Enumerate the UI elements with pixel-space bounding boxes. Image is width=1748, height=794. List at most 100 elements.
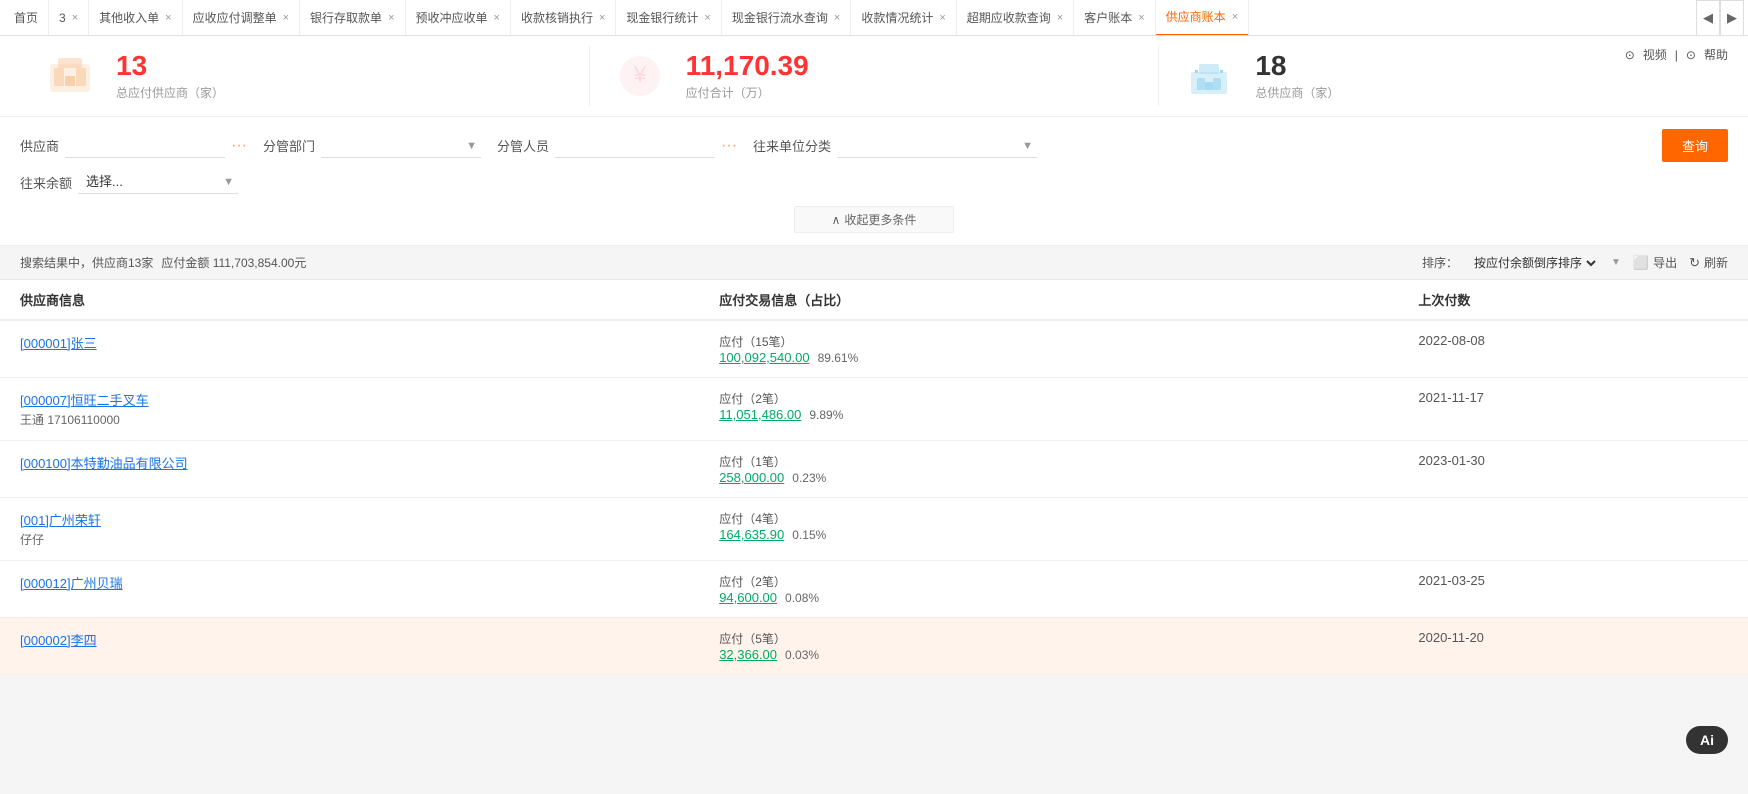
filter-dots-supplier[interactable]: ··· [231,137,247,155]
supplier-link-1[interactable]: [000007]恒旺二手叉车 [20,393,149,408]
nav-tab-adjustment-close[interactable]: × [283,12,289,24]
nav-tab-collection-label: 收款核销执行 [521,9,593,26]
nav-tab-adjustment[interactable]: 应收应付调整单 × [183,0,300,36]
sort-select[interactable]: 按应付余额倒序排序 [1470,255,1599,271]
nav-tab-bank[interactable]: 银行存取款单 × [300,0,405,36]
nav-tab-3-close[interactable]: × [72,12,78,24]
nav-tab-other-income-label: 其他收入单 [99,9,159,26]
nav-prev-arrow[interactable]: ◀ [1696,0,1720,36]
filter-area: 供应商 ··· 分管部门 ▼ 分管人员 ··· 往来单位分类 [0,117,1748,246]
nav-tab-cash-stat-close[interactable]: × [704,12,710,24]
supplier-link-2[interactable]: [000100]本特勤油品有限公司 [20,456,188,471]
nav-tab-overdue-close[interactable]: × [1057,12,1063,24]
nav-tab-prepay-close[interactable]: × [494,12,500,24]
nav-tab-customer-ledger-close[interactable]: × [1138,12,1144,24]
tx-amount-0[interactable]: 100,092,540.00 [719,350,809,365]
nav-tab-supplier-ledger-label: 供应商账本 [1166,8,1226,25]
nav-tab-prepay[interactable]: 预收冲应收单 × [406,0,511,36]
collapse-up-icon: ∧ [832,213,841,227]
tx-pct-3: 0.15% [792,528,826,542]
nav-tab-overdue-label: 超期应收款查询 [967,9,1051,26]
nav-tab-collect-stat[interactable]: 收款情况统计 × [851,0,956,36]
supplier-link-5[interactable]: [000002]李四 [20,633,97,648]
nav-tab-home-label: 首页 [14,9,38,26]
video-link[interactable]: 视频 [1643,46,1667,63]
nav-arrows: ◀ ▶ [1696,0,1744,36]
nav-tab-supplier-ledger[interactable]: 供应商账本 × [1156,0,1249,36]
nav-tab-bank-close[interactable]: × [388,12,394,24]
nav-tab-prepay-label: 预收冲应收单 [416,9,488,26]
tx-amount-2[interactable]: 258,000.00 [719,470,784,485]
nav-tab-adjustment-label: 应收应付调整单 [193,9,277,26]
summary-card-amount: ¥ 11,170.39 应付合计（万） [589,46,1159,106]
supplier-link-3[interactable]: [001]广州荣轩 [20,513,101,528]
nav-tab-collection-close[interactable]: × [599,12,605,24]
result-text-amount: 应付金额 111,703,854.00元 [161,254,306,271]
th-last-payment: 上次付数 [1398,280,1748,320]
tx-pct-2: 0.23% [792,471,826,485]
nav-tab-overdue[interactable]: 超期应收款查询 × [957,0,1074,36]
query-button[interactable]: 查询 [1662,129,1728,162]
export-button[interactable]: ⬜ 导出 [1633,254,1677,271]
supplier-sub-3: 仔仔 [20,531,679,548]
nav-tab-cash-stat-label: 现金银行统计 [626,9,698,26]
tx-label-4: 应付（2笔） [719,573,1378,590]
nav-tab-other-income-close[interactable]: × [165,12,171,24]
refresh-icon: ↻ [1689,255,1700,271]
refresh-button[interactable]: ↻ 刷新 [1689,254,1728,271]
top-right-links: ⊙ 视频 | ⊙ 帮助 [1625,46,1728,63]
nav-tab-home[interactable]: 首页 [4,0,49,36]
tx-pct-0: 89.61% [818,351,859,365]
video-icon: ⊙ [1625,48,1635,62]
tx-amount-3[interactable]: 164,635.90 [719,527,784,542]
nav-tab-collection[interactable]: 收款核销执行 × [511,0,616,36]
filter-item-category: 往来单位分类 ▼ [753,134,1037,158]
chevron-down-icon-sort: ▼ [1611,257,1621,268]
nav-tab-other-income[interactable]: 其他收入单 × [89,0,182,36]
nav-tab-cash-flow[interactable]: 现金银行流水查询 × [722,0,851,36]
summary-value-amount: 11,170.39 [686,52,809,80]
nav-tab-collect-stat-close[interactable]: × [939,12,945,24]
filter-select-dept[interactable] [321,134,481,158]
table-row: [000100]本特勤油品有限公司应付（1笔）258,000.000.23%20… [0,441,1748,498]
nav-tab-cash-stat[interactable]: 现金银行统计 × [616,0,721,36]
table-row: [001]广州荣轩仔仔应付（4笔）164,635.900.15% [0,498,1748,561]
tx-amount-4[interactable]: 94,600.00 [719,590,777,605]
nav-tab-cash-flow-label: 现金银行流水查询 [732,9,828,26]
help-link[interactable]: 帮助 [1704,46,1728,63]
svg-text:¥: ¥ [633,62,647,87]
filter-input-supplier[interactable] [65,134,225,158]
nav-tab-3[interactable]: 3 × [49,0,89,36]
supplier-sub-1: 王通 17106110000 [20,411,679,428]
ai-label: Ai [1700,732,1714,748]
td-supplier-info-2: [000100]本特勤油品有限公司 [0,441,699,498]
filter-item-balance: 往来余额 选择... ▼ [20,170,238,194]
table-row: [000002]李四应付（5笔）32,366.000.03%2020-11-20 [0,618,1748,675]
nav-tab-customer-ledger[interactable]: 客户账本 × [1074,0,1155,36]
supplier-link-0[interactable]: [000001]张三 [20,336,97,351]
summary-label-total: 总供应商（家） [1255,84,1339,101]
nav-next-arrow[interactable]: ▶ [1720,0,1744,36]
amount-row-1: 11,051,486.009.89% [719,407,1378,422]
filter-item-person: 分管人员 ··· [497,134,737,158]
collapse-button[interactable]: ∧ 收起更多条件 [794,206,954,233]
filter-dots-person[interactable]: ··· [721,137,737,155]
td-tx-info-4: 应付（2笔）94,600.000.08% [699,561,1398,618]
td-supplier-info-0: [000001]张三 [0,320,699,378]
ai-badge[interactable]: Ai [1686,726,1728,754]
nav-tab-cash-flow-close[interactable]: × [834,12,840,24]
result-bar: 搜索结果中，供应商13家 应付金额 111,703,854.00元 排序： 按应… [0,246,1748,280]
tx-amount-1[interactable]: 11,051,486.00 [719,407,801,422]
help-icon: ⊙ [1686,48,1696,62]
table-row: [000012]广州贝瑞 应付（2笔）94,600.000.08%2021-03-… [0,561,1748,618]
filter-input-person[interactable] [555,134,715,158]
tx-amount-5[interactable]: 32,366.00 [719,647,777,662]
summary-info-total: 18 总供应商（家） [1255,52,1339,101]
td-last-payment-4: 2021-03-25 [1398,561,1748,618]
filter-select-category[interactable] [837,134,1037,158]
filter-select-balance[interactable]: 选择... [78,170,238,194]
amount-row-2: 258,000.00 0.23% [719,470,1378,485]
supplier-link-4[interactable]: [000012]广州贝瑞 [20,576,123,591]
nav-tab-supplier-ledger-close[interactable]: × [1232,11,1238,23]
summary-info-amount: 11,170.39 应付合计（万） [686,52,809,101]
